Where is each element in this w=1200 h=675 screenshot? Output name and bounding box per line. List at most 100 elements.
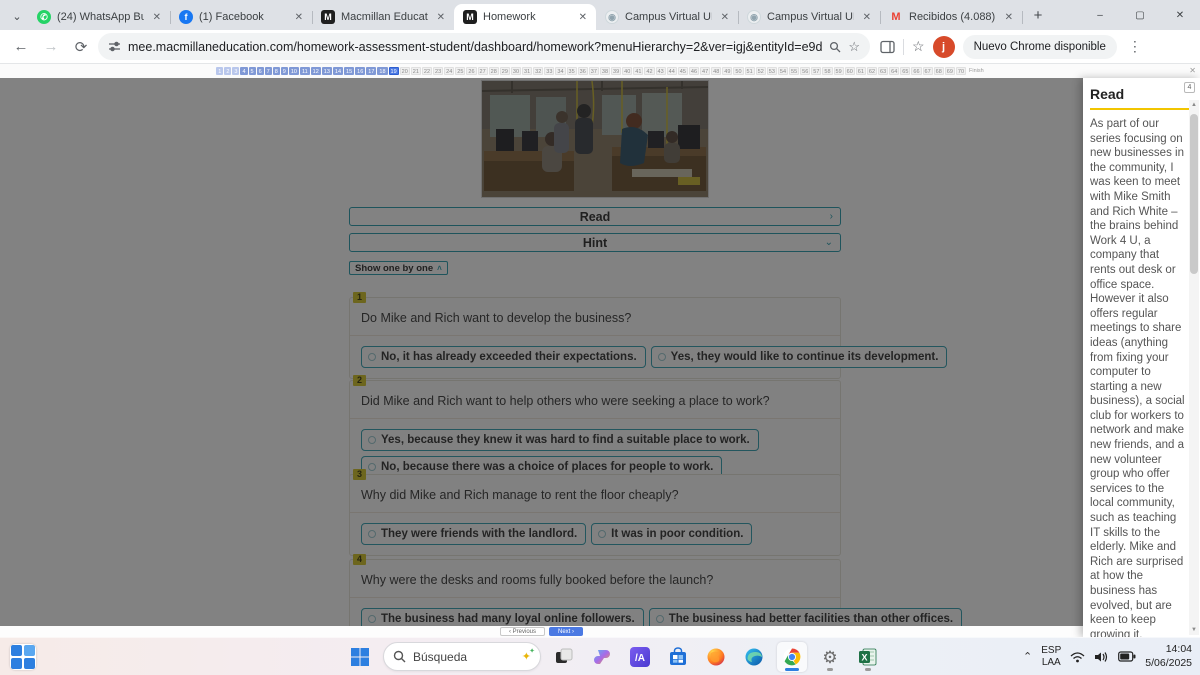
forward-icon[interactable]: → — [38, 34, 64, 60]
page-number-28[interactable]: 28 — [488, 67, 499, 75]
page-number-47[interactable]: 47 — [700, 67, 711, 75]
page-number-7[interactable]: 7 — [264, 67, 272, 75]
page-number-4[interactable]: 4 — [240, 67, 248, 75]
page-number-61[interactable]: 61 — [855, 67, 866, 75]
page-number-59[interactable]: 59 — [833, 67, 844, 75]
url-text[interactable]: mee.macmillaneducation.com/homework-asse… — [128, 40, 822, 54]
browser-tab[interactable]: M Homework ✕ — [454, 4, 596, 30]
page-number-56[interactable]: 56 — [800, 67, 811, 75]
browser-tab[interactable]: M Macmillan Education ✕ — [312, 4, 455, 30]
minimize-button[interactable]: – — [1080, 1, 1120, 29]
page-number-67[interactable]: 67 — [922, 67, 933, 75]
start-button[interactable] — [345, 642, 375, 672]
settings-icon[interactable]: ⚙ — [815, 642, 845, 672]
strip-close-icon[interactable]: ✕ — [1189, 66, 1196, 75]
edge-icon[interactable] — [739, 642, 769, 672]
page-number-24[interactable]: 24 — [444, 67, 455, 75]
page-number-32[interactable]: 32 — [533, 67, 544, 75]
page-number-16[interactable]: 16 — [355, 67, 366, 75]
page-number-30[interactable]: 30 — [510, 67, 522, 75]
page-number-44[interactable]: 44 — [666, 67, 677, 75]
page-number-48[interactable]: 48 — [711, 67, 722, 75]
page-number-66[interactable]: 66 — [911, 67, 922, 75]
page-number-2[interactable]: 2 — [224, 67, 232, 75]
page-number-37[interactable]: 37 — [588, 67, 599, 75]
page-number-33[interactable]: 33 — [544, 67, 555, 75]
page-number-64[interactable]: 64 — [889, 67, 900, 75]
site-settings-icon[interactable] — [108, 40, 121, 53]
page-number-49[interactable]: 49 — [722, 67, 733, 75]
page-number-3[interactable]: 3 — [232, 67, 240, 75]
tab-close-icon[interactable]: ✕ — [434, 11, 448, 24]
page-number-38[interactable]: 38 — [599, 67, 611, 75]
browser-tab[interactable]: ◉ Campus Virtual UPA ✕ — [738, 4, 881, 30]
page-number-54[interactable]: 54 — [777, 67, 789, 75]
speaker-icon[interactable] — [1094, 651, 1109, 663]
page-number-31[interactable]: 31 — [522, 67, 533, 75]
page-number-13[interactable]: 13 — [321, 67, 332, 75]
page-number-46[interactable]: 46 — [688, 67, 700, 75]
page-number-12[interactable]: 12 — [310, 67, 321, 75]
battery-icon[interactable] — [1118, 651, 1136, 662]
page-number-68[interactable]: 68 — [933, 67, 944, 75]
microsoft-store-icon[interactable] — [663, 642, 693, 672]
page-number-60[interactable]: 60 — [844, 67, 855, 75]
page-number-69[interactable]: 69 — [944, 67, 955, 75]
page-number-42[interactable]: 42 — [644, 67, 655, 75]
page-number-63[interactable]: 63 — [878, 67, 889, 75]
browser-tab[interactable]: f (1) Facebook ✕ — [170, 4, 313, 30]
reload-icon[interactable]: ⟳ — [68, 34, 94, 60]
mee-app-icon[interactable]: /A — [625, 642, 655, 672]
page-number-43[interactable]: 43 — [655, 67, 666, 75]
tab-close-icon[interactable]: ✕ — [576, 11, 590, 24]
page-number-6[interactable]: 6 — [256, 67, 264, 75]
side-panel-icon[interactable] — [880, 40, 895, 54]
scrollbar-thumb[interactable] — [1190, 114, 1198, 274]
menu-kebab-icon[interactable]: ⋮ — [1125, 38, 1145, 55]
page-number-51[interactable]: 51 — [744, 67, 755, 75]
task-view-icon[interactable] — [549, 642, 579, 672]
tab-close-icon[interactable]: ✕ — [150, 11, 164, 24]
browser-tab[interactable]: ✆ (24) WhatsApp Busin ✕ — [28, 4, 171, 30]
page-number-9[interactable]: 9 — [280, 67, 288, 75]
page-number-25[interactable]: 25 — [455, 67, 466, 75]
page-number-55[interactable]: 55 — [789, 67, 800, 75]
page-number-10[interactable]: 10 — [288, 67, 299, 75]
tab-search-chevron-icon[interactable]: ⌄ — [6, 5, 28, 27]
page-number-1[interactable]: 1 — [216, 67, 224, 75]
browser-tab[interactable]: ◉ Campus Virtual UPA ✕ — [596, 4, 739, 30]
page-number-27[interactable]: 27 — [477, 67, 488, 75]
page-number-22[interactable]: 22 — [421, 67, 433, 75]
page-number-29[interactable]: 29 — [499, 67, 510, 75]
page-number-57[interactable]: 57 — [811, 67, 822, 75]
page-number-8[interactable]: 8 — [272, 67, 280, 75]
page-number-21[interactable]: 21 — [410, 67, 421, 75]
read-panel-corner-badge[interactable]: 4 — [1184, 82, 1195, 93]
page-number-18[interactable]: 18 — [377, 67, 388, 75]
tray-chevron-icon[interactable]: ⌃ — [1023, 650, 1032, 663]
profile-avatar[interactable]: j — [932, 35, 955, 58]
page-number-34[interactable]: 34 — [555, 67, 566, 75]
favorites-sparkle-icon[interactable]: ☆ — [912, 38, 925, 55]
page-number-53[interactable]: 53 — [766, 67, 777, 75]
page-number-19[interactable]: 19 — [388, 67, 399, 75]
address-bar[interactable]: mee.macmillaneducation.com/homework-asse… — [98, 33, 870, 60]
keyboard-language[interactable]: ESP LAA — [1041, 645, 1061, 668]
page-number-62[interactable]: 62 — [866, 67, 878, 75]
copilot-icon[interactable] — [587, 642, 617, 672]
page-number-41[interactable]: 41 — [633, 67, 644, 75]
page-number-50[interactable]: 50 — [733, 67, 744, 75]
chrome-icon[interactable] — [777, 641, 807, 672]
firefox-icon[interactable] — [701, 642, 731, 672]
back-icon[interactable]: ← — [8, 34, 34, 60]
clock[interactable]: 14:04 5/06/2025 — [1145, 643, 1192, 669]
scroll-down-icon[interactable]: ▼ — [1189, 625, 1199, 635]
read-panel-scrollbar[interactable]: ▲ ▼ — [1189, 100, 1199, 635]
page-number-23[interactable]: 23 — [433, 67, 444, 75]
page-number-58[interactable]: 58 — [822, 67, 833, 75]
next-button[interactable]: Next › — [549, 627, 584, 636]
page-number-45[interactable]: 45 — [677, 67, 688, 75]
wifi-icon[interactable] — [1070, 651, 1085, 663]
page-number-52[interactable]: 52 — [755, 67, 766, 75]
browser-tab[interactable]: M Recibidos (4.088) - j ✕ — [880, 4, 1023, 30]
